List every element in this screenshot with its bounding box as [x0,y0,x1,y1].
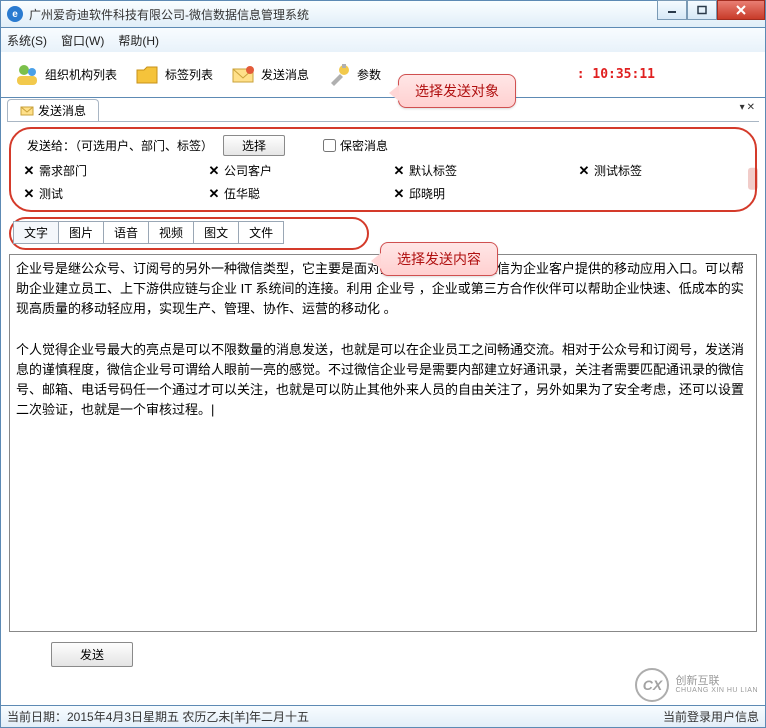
tag-chip[interactable]: ✕测试 [23,185,188,202]
toolbar-tag-list-label: 标签列表 [165,66,213,83]
content-tab-label: 文字 [24,226,48,240]
content-tab-text[interactable]: 文字 [13,221,59,244]
tab-strip: 发送消息 [7,100,759,122]
tools-icon [325,61,353,89]
content-tab-label: 视频 [159,226,183,240]
send-button-row: 发送 [7,638,759,671]
tag-chip[interactable]: ✕测试标签 [578,162,743,179]
tag-label: 测试 [39,185,63,202]
callout-select-target-text: 选择发送对象 [415,83,499,99]
tag-chip[interactable]: ✕伍华聪 [208,185,373,202]
remove-icon[interactable]: ✕ [393,186,405,202]
maximize-button[interactable] [687,0,717,20]
tag-chip[interactable]: ✕需求部门 [23,162,188,179]
toolbar: 组织机构列表 标签列表 发送消息 参数 : 10:35:11 [0,52,766,98]
tag-label: 需求部门 [39,162,87,179]
status-date: 当前日期：2015年4月3日星期五 农历乙未[羊]年二月十五 [7,708,309,725]
callout-select-target: 选择发送对象 [398,74,516,108]
content-tab-video[interactable]: 视频 [148,221,194,244]
folder-icon [133,61,161,89]
status-bar: 当前日期：2015年4月3日星期五 农历乙未[羊]年二月十五 当前登录用户信息 [0,706,766,728]
callout-select-content: 选择发送内容 [380,242,498,276]
group-content-type: 文字 图片 语音 视频 图文 文件 [9,217,369,250]
toolbar-org-list-label: 组织机构列表 [45,66,117,83]
minimize-button[interactable] [657,0,687,20]
message-editor[interactable]: 企业号是继公众号、订阅号的另外一种微信类型，它主要是面对企业的。企业号是微信为企… [9,254,757,632]
tag-chip[interactable]: ✕默认标签 [393,162,558,179]
content-tab-label: 图片 [69,226,93,240]
watermark-logo-icon: CX [635,668,669,702]
close-button[interactable] [717,0,765,20]
tab-label: 发送消息 [38,102,86,119]
group-send-target: 发送给：（可选用户、部门、标签） 选择 保密消息 ✕需求部门 ✕公司客户 ✕默认… [9,127,757,212]
window-title: 广州爱奇迪软件科技有限公司-微信数据信息管理系统 [29,6,309,23]
toolbar-tag-list[interactable]: 标签列表 [127,59,219,91]
watermark-brand: 创新互联 [675,675,758,687]
content-type-tabs: 文字 图片 语音 视频 图文 文件 [13,221,359,244]
menu-bar: 系统(S) 窗口(W) 帮助(H) [0,28,766,52]
tag-label: 伍华聪 [224,185,260,202]
status-user: 当前登录用户信息 [663,708,759,725]
send-button[interactable]: 发送 [51,642,133,667]
selected-tags: ✕需求部门 ✕公司客户 ✕默认标签 ✕测试标签 ✕测试 ✕伍华聪 ✕邱晓明 [23,162,743,202]
remove-icon[interactable]: ✕ [393,163,405,179]
remove-icon[interactable]: ✕ [208,186,220,202]
menu-window[interactable]: 窗口(W) [61,32,104,49]
remove-icon[interactable]: ✕ [23,163,35,179]
window-controls [657,1,765,20]
send-to-row: 发送给：（可选用户、部门、标签） 选择 保密消息 [23,135,743,156]
content-tab-news[interactable]: 图文 [193,221,239,244]
content-tab-image[interactable]: 图片 [58,221,104,244]
mail-icon [229,61,257,89]
toolbar-params[interactable]: 参数 [319,59,387,91]
tab-close-icon[interactable]: ✕ [747,102,755,113]
watermark: CX 创新互联 CHUANG XIN HU LIAN [635,668,758,702]
content-tab-voice[interactable]: 语音 [103,221,149,244]
remove-icon[interactable]: ✕ [578,163,590,179]
remove-icon[interactable]: ✕ [23,186,35,202]
clock-time: : 10:35:11 [577,67,655,82]
tab-send-message[interactable]: 发送消息 [7,99,99,121]
workspace: ▾ ✕ 发送消息 发送给：（可选用户、部门、标签） 选择 保密消息 ✕需求部门 … [0,98,766,706]
toolbar-send-msg-label: 发送消息 [261,66,309,83]
app-icon: e [7,6,23,22]
mail-small-icon [20,104,34,118]
tabstrip-menu-icon[interactable]: ▾ [740,102,745,113]
toolbar-params-label: 参数 [357,66,381,83]
secret-checkbox[interactable] [323,139,336,152]
tag-label: 公司客户 [224,162,272,179]
tag-label: 邱晓明 [409,185,445,202]
tag-chip[interactable]: ✕邱晓明 [393,185,558,202]
menu-system[interactable]: 系统(S) [7,32,47,49]
content-tab-file[interactable]: 文件 [238,221,284,244]
secret-label: 保密消息 [340,137,388,154]
remove-icon[interactable]: ✕ [208,163,220,179]
content-tab-label: 语音 [114,226,138,240]
menu-help[interactable]: 帮助(H) [118,32,159,49]
secret-checkbox-wrap[interactable]: 保密消息 [323,137,388,154]
tag-label: 默认标签 [409,162,457,179]
content-tab-label: 图文 [204,226,228,240]
toolbar-send-msg[interactable]: 发送消息 [223,59,315,91]
choose-button[interactable]: 选择 [223,135,285,156]
watermark-sub: CHUANG XIN HU LIAN [675,687,758,695]
callout-select-content-text: 选择发送内容 [397,251,481,267]
people-icon [13,61,41,89]
send-to-label: 发送给：（可选用户、部门、标签） [27,137,213,154]
title-bar: e 广州爱奇迪软件科技有限公司-微信数据信息管理系统 [0,0,766,28]
toolbar-org-list[interactable]: 组织机构列表 [7,59,123,91]
tag-label: 测试标签 [594,162,642,179]
workspace-corner-controls: ▾ ✕ [740,102,755,113]
content-tab-label: 文件 [249,226,273,240]
tag-chip[interactable]: ✕公司客户 [208,162,373,179]
